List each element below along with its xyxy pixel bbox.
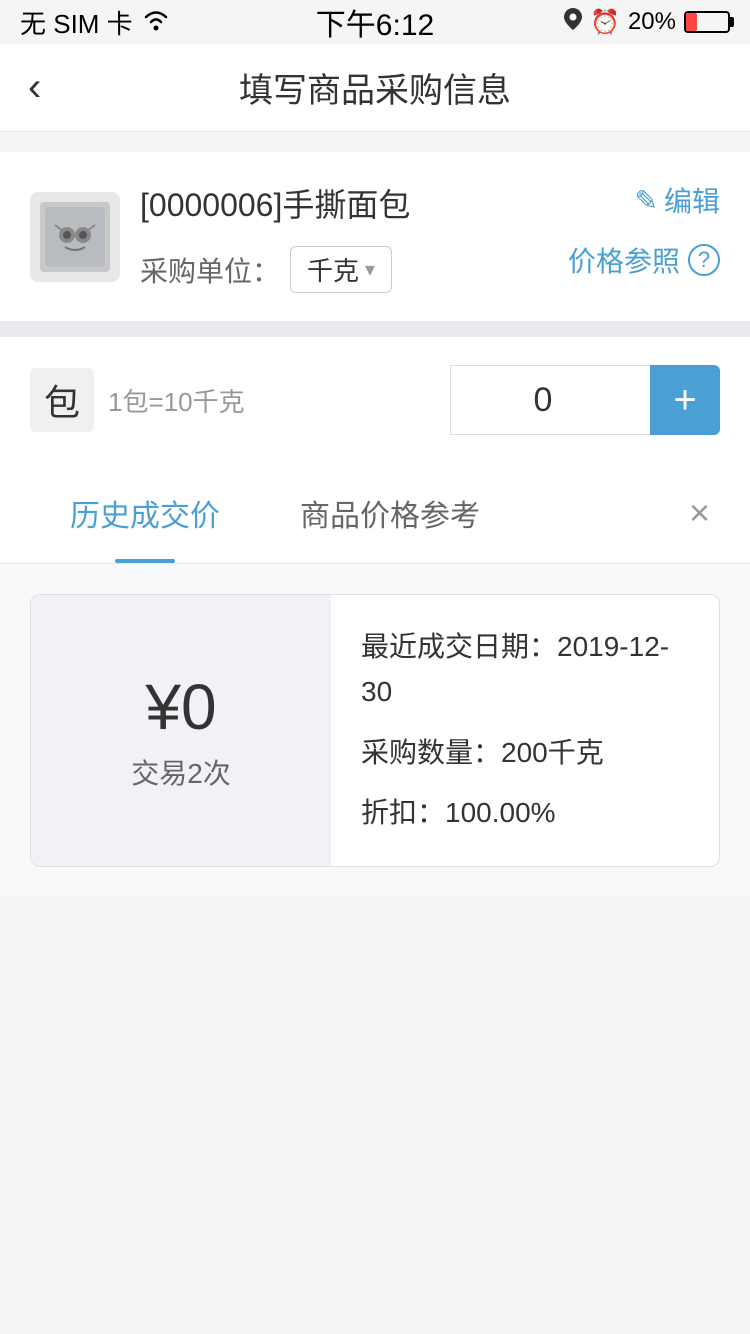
discount-value: 100.00%	[445, 797, 556, 828]
quantity-input-group: +	[450, 365, 720, 435]
unit-value: 千克	[307, 251, 359, 288]
nav-bar: ‹ 填写商品采购信息	[0, 44, 750, 132]
battery-icon	[684, 11, 730, 33]
tab-history-price[interactable]: 历史成交价	[30, 463, 260, 563]
status-bar: 无 SIM 卡 下午6:12 ⏰ 20%	[0, 0, 750, 44]
quantity-input[interactable]	[450, 365, 650, 435]
section-divider	[0, 321, 750, 337]
battery-percent: 20%	[628, 8, 676, 36]
quantity-plus-button[interactable]: +	[650, 365, 720, 435]
edit-button[interactable]: ✎ 编辑	[635, 180, 720, 220]
price-ref-label: 价格参照	[568, 240, 680, 280]
status-right: ⏰ 20%	[564, 8, 730, 37]
product-header: [0000006]手撕面包 采购单位： 千克 ▾ ✎ 编辑 价格参照 ?	[30, 180, 720, 293]
product-left: [0000006]手撕面包 采购单位： 千克 ▾	[30, 180, 410, 293]
tab-price-reference[interactable]: 商品价格参考	[260, 463, 520, 563]
wifi-icon	[141, 7, 171, 38]
quantity-row: 包 1包=10千克 +	[0, 337, 750, 463]
unit-chevron-icon: ▾	[365, 257, 375, 282]
help-icon: ?	[688, 244, 720, 276]
quantity-label-group: 包 1包=10千克	[30, 368, 245, 432]
page-title: 填写商品采购信息	[239, 63, 511, 112]
carrier-text: 无 SIM 卡	[20, 4, 133, 41]
date-label: 最近成交日期：	[361, 631, 557, 662]
unit-label: 采购单位：	[140, 250, 280, 290]
quantity-label: 采购数量：	[361, 737, 501, 768]
price-card-right: 最近成交日期：2019-12-30 采购数量：200千克 折扣：100.00%	[331, 595, 719, 866]
product-unit-row: 采购单位： 千克 ▾	[140, 246, 410, 293]
tab-history-price-label: 历史成交价	[70, 500, 220, 533]
tabs-row: 历史成交价 商品价格参考 ×	[0, 463, 750, 564]
quantity-value: 200千克	[501, 737, 604, 768]
quantity-unit-badge: 包	[30, 368, 94, 432]
price-info-discount: 折扣：100.00%	[361, 791, 689, 836]
location-icon	[564, 8, 582, 37]
price-info-quantity: 采购数量：200千克	[361, 731, 689, 776]
tabs-left: 历史成交价 商品价格参考	[30, 463, 520, 563]
price-card-area: ¥0 交易2次 最近成交日期：2019-12-30 采购数量：200千克 折扣：…	[0, 564, 750, 897]
price-trades: 交易2次	[131, 752, 231, 792]
alarm-icon: ⏰	[590, 8, 620, 37]
price-ref-button[interactable]: 价格参照 ?	[568, 240, 720, 280]
quantity-hint: 1包=10千克	[108, 382, 245, 419]
product-info: [0000006]手撕面包 采购单位： 千克 ▾	[140, 180, 410, 293]
discount-label: 折扣：	[361, 797, 445, 828]
product-image	[40, 202, 110, 272]
product-name: [0000006]手撕面包	[140, 180, 410, 226]
product-thumbnail	[30, 192, 120, 282]
product-right: ✎ 编辑 价格参照 ?	[568, 180, 720, 280]
price-amount: ¥0	[145, 670, 216, 744]
edit-icon: ✎	[635, 184, 658, 217]
close-button[interactable]: ×	[679, 482, 720, 544]
price-info-date: 最近成交日期：2019-12-30	[361, 625, 689, 715]
bottom-panel: 历史成交价 商品价格参考 × ¥0 交易2次 最近成交日期：2019-12-30…	[0, 463, 750, 897]
status-time: 下午6:12	[316, 0, 434, 44]
price-card-left: ¥0 交易2次	[31, 595, 331, 866]
status-left: 无 SIM 卡	[20, 4, 171, 41]
back-button[interactable]: ‹	[28, 65, 41, 110]
tab-price-reference-label: 商品价格参考	[300, 500, 480, 533]
unit-select[interactable]: 千克 ▾	[290, 246, 392, 293]
product-card: [0000006]手撕面包 采购单位： 千克 ▾ ✎ 编辑 价格参照 ?	[0, 152, 750, 321]
edit-label: 编辑	[664, 180, 720, 220]
price-card: ¥0 交易2次 最近成交日期：2019-12-30 采购数量：200千克 折扣：…	[30, 594, 720, 867]
